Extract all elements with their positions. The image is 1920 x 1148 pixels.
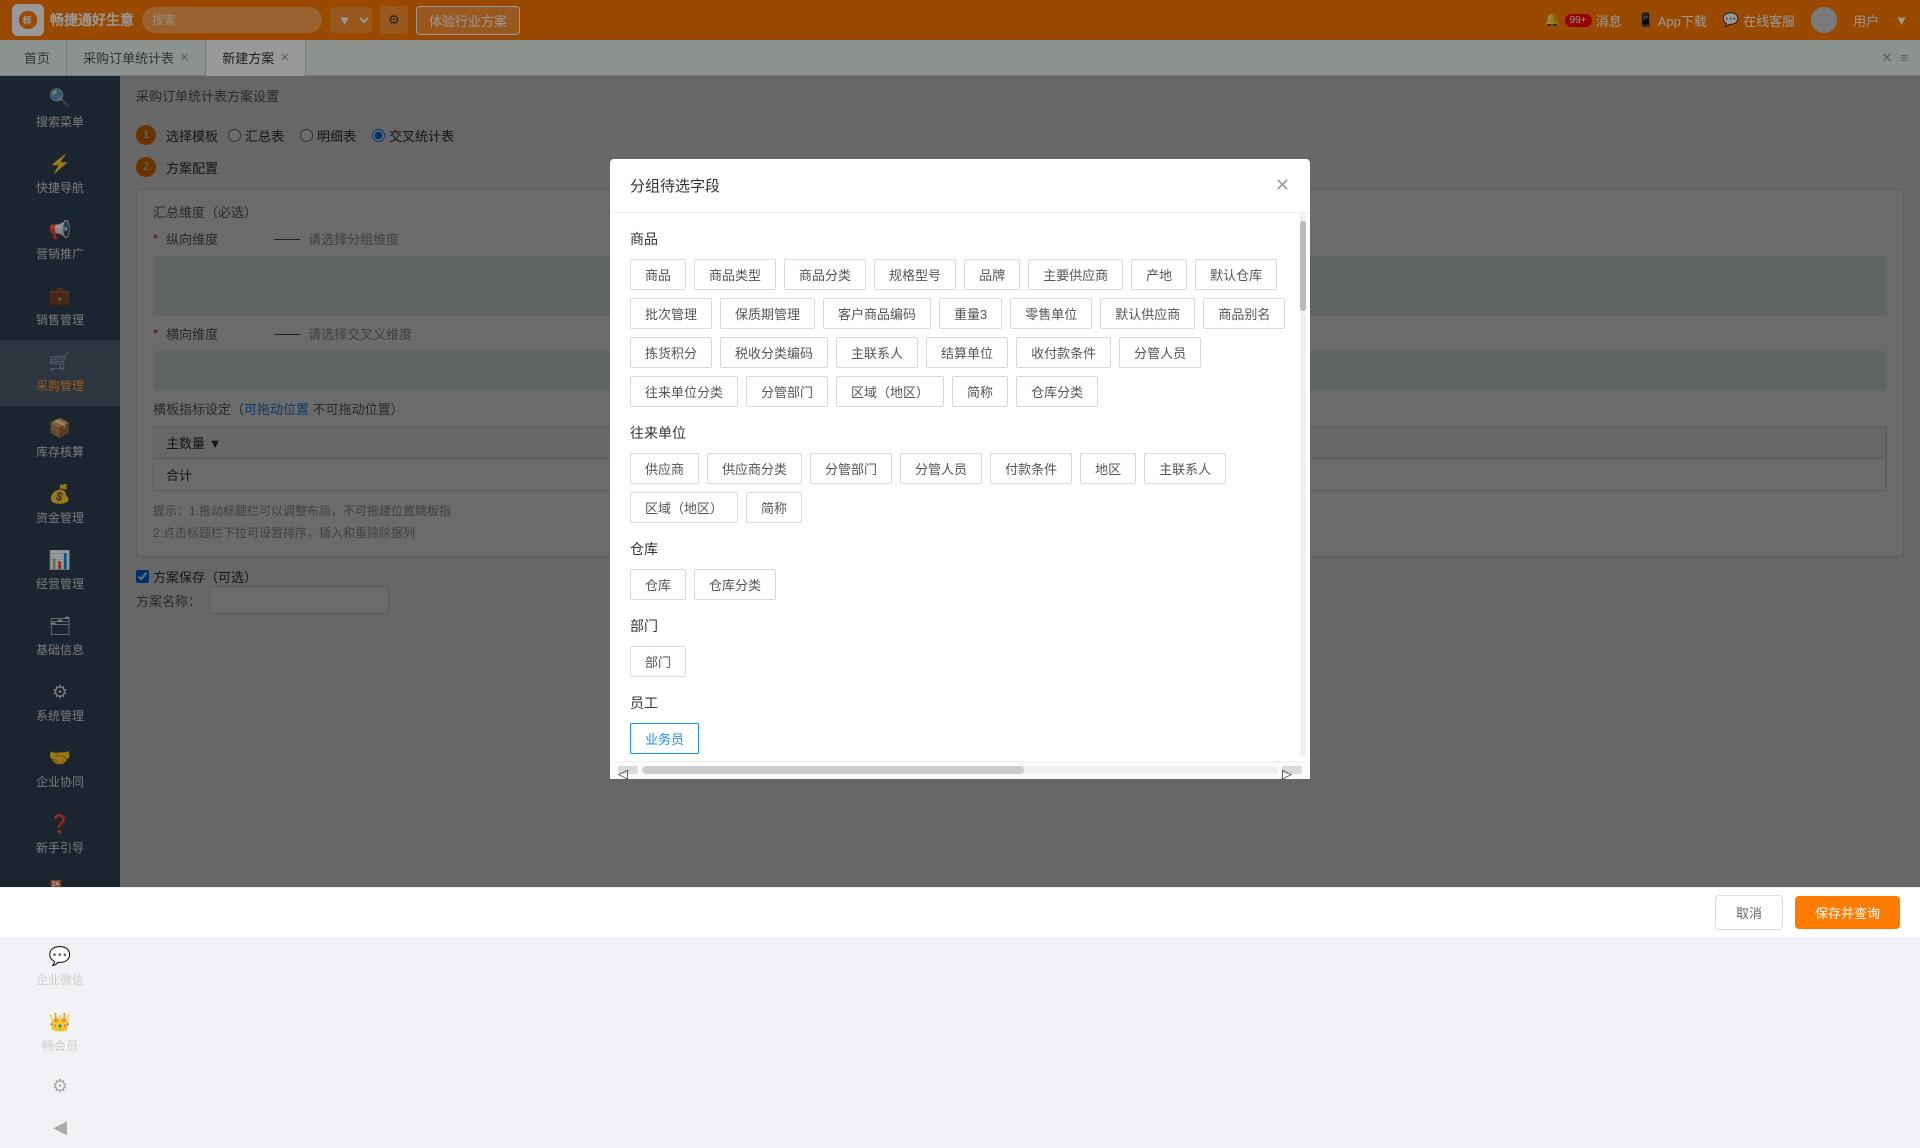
- modal-scrollbar-track: [1300, 211, 1306, 757]
- sidebar-item-vip-label: 畅会员: [42, 1037, 78, 1054]
- field-tag-main-supplier[interactable]: 主要供应商: [1028, 259, 1123, 290]
- field-tag-abbr2[interactable]: 简称: [746, 492, 802, 523]
- field-tag-customer-code[interactable]: 客户商品编码: [823, 298, 931, 329]
- field-tag-abbr[interactable]: 简称: [952, 376, 1008, 407]
- vip-icon: 👑: [49, 1012, 71, 1033]
- field-tag-brand[interactable]: 品牌: [964, 259, 1020, 290]
- sidebar-settings-btn[interactable]: ⚙: [0, 1066, 120, 1107]
- h-scroll-right-btn[interactable]: ▷: [1282, 766, 1302, 774]
- modal-body[interactable]: 商品 商品 商品类型 商品分类 规格型号 品牌 主要供应商 产地 默认仓库 批次…: [610, 213, 1310, 762]
- field-tag-main-contact2[interactable]: 主联系人: [1144, 453, 1226, 484]
- collapse-icon: ◀: [53, 1117, 67, 1138]
- field-tag-area[interactable]: 地区: [1080, 453, 1136, 484]
- field-tag-warehouse-category[interactable]: 仓库分类: [694, 569, 776, 600]
- sidebar-item-wechat-label: 企业微信: [36, 971, 84, 988]
- section-employee-tags: 业务员: [630, 723, 1290, 754]
- field-tag-department[interactable]: 部门: [630, 646, 686, 677]
- field-tag-region[interactable]: 区域（地区）: [836, 376, 944, 407]
- field-tag-goods-category[interactable]: 商品分类: [784, 259, 866, 290]
- section-goods: 商品 商品 商品类型 商品分类 规格型号 品牌 主要供应商 产地 默认仓库 批次…: [630, 229, 1290, 407]
- wechat-icon: 💬: [49, 946, 71, 967]
- section-department-tags: 部门: [630, 646, 1290, 677]
- section-goods-tags: 商品 商品类型 商品分类 规格型号 品牌 主要供应商 产地 默认仓库 批次管理 …: [630, 259, 1290, 407]
- field-tag-goods[interactable]: 商品: [630, 259, 686, 290]
- field-tag-retail-unit[interactable]: 零售单位: [1010, 298, 1092, 329]
- modal-title: 分组待选字段: [630, 175, 720, 196]
- save-btn[interactable]: 保存并查询: [1795, 896, 1900, 929]
- modal-overlay: 分组待选字段 ✕ 商品 商品 商品类型 商品分类 规格型号 品牌 主要供应商 产…: [0, 0, 1920, 937]
- field-tag-batch-mgmt[interactable]: 批次管理: [630, 298, 712, 329]
- field-tag-weight3[interactable]: 重量3: [939, 298, 1002, 329]
- section-employee-title: 员工: [630, 693, 1290, 713]
- field-tag-supplier-cat[interactable]: 供应商分类: [707, 453, 802, 484]
- field-tag-payment-cond[interactable]: 付款条件: [990, 453, 1072, 484]
- section-department: 部门 部门: [630, 616, 1290, 677]
- field-tag-settlement-unit[interactable]: 结算单位: [926, 337, 1008, 368]
- section-employee: 员工 业务员: [630, 693, 1290, 754]
- field-tag-payment-terms[interactable]: 收付款条件: [1016, 337, 1111, 368]
- section-warehouse-title: 仓库: [630, 539, 1290, 559]
- modal-scrollbar-thumb[interactable]: [1300, 221, 1306, 311]
- settings-bottom-icon: ⚙: [52, 1076, 68, 1097]
- section-counterpart-title: 往来单位: [630, 423, 1290, 443]
- h-scroll-left-btn[interactable]: ◁: [618, 766, 638, 774]
- sidebar-bottom: ⚙ ◀: [0, 1066, 120, 1148]
- sidebar-item-wechat[interactable]: 💬 企业微信: [0, 934, 120, 1000]
- field-tag-goods-type[interactable]: 商品类型: [694, 259, 776, 290]
- global-bottom-bar: 取消 保存并查询: [0, 887, 1920, 937]
- section-department-title: 部门: [630, 616, 1290, 636]
- modal-header: 分组待选字段 ✕: [610, 159, 1310, 213]
- field-tag-warehouse-cat[interactable]: 仓库分类: [1016, 376, 1098, 407]
- field-tag-quality-mgmt[interactable]: 保质期管理: [720, 298, 815, 329]
- field-tag-manage-person[interactable]: 分管人员: [900, 453, 982, 484]
- field-tag-supplier[interactable]: 供应商: [630, 453, 699, 484]
- section-counterpart-tags: 供应商 供应商分类 分管部门 分管人员 付款条件 地区 主联系人 区域（地区） …: [630, 453, 1290, 523]
- field-tag-manager[interactable]: 分管人员: [1119, 337, 1201, 368]
- field-tag-main-contact[interactable]: 主联系人: [836, 337, 918, 368]
- section-counterpart: 往来单位 供应商 供应商分类 分管部门 分管人员 付款条件 地区 主联系人 区域…: [630, 423, 1290, 523]
- modal-footer-scroll: ◁ ▷: [610, 761, 1310, 778]
- h-scroll-track: [642, 766, 1278, 774]
- field-tag-warehouse[interactable]: 仓库: [630, 569, 686, 600]
- field-tag-pick-points[interactable]: 拣货积分: [630, 337, 712, 368]
- modal-close-btn[interactable]: ✕: [1275, 175, 1290, 196]
- sidebar-item-vip[interactable]: 👑 畅会员: [0, 1000, 120, 1066]
- section-warehouse-tags: 仓库 仓库分类: [630, 569, 1290, 600]
- field-tag-spec-type[interactable]: 规格型号: [874, 259, 956, 290]
- sidebar-collapse-btn[interactable]: ◀: [0, 1107, 120, 1148]
- field-tag-goods-alias[interactable]: 商品别名: [1203, 298, 1285, 329]
- field-tag-counterpart-category[interactable]: 往来单位分类: [630, 376, 738, 407]
- field-tag-salesperson[interactable]: 业务员: [630, 723, 699, 754]
- section-goods-title: 商品: [630, 229, 1290, 249]
- modal: 分组待选字段 ✕ 商品 商品 商品类型 商品分类 规格型号 品牌 主要供应商 产…: [610, 159, 1310, 779]
- field-tag-default-warehouse[interactable]: 默认仓库: [1195, 259, 1277, 290]
- cancel-btn[interactable]: 取消: [1715, 895, 1783, 930]
- section-warehouse: 仓库 仓库 仓库分类: [630, 539, 1290, 600]
- h-scroll-thumb[interactable]: [642, 766, 1024, 774]
- field-tag-dept[interactable]: 分管部门: [746, 376, 828, 407]
- field-tag-region2[interactable]: 区域（地区）: [630, 492, 738, 523]
- field-tag-default-supplier[interactable]: 默认供应商: [1100, 298, 1195, 329]
- field-tag-manage-dept[interactable]: 分管部门: [810, 453, 892, 484]
- field-tag-tax-code[interactable]: 税收分类编码: [720, 337, 828, 368]
- field-tag-origin[interactable]: 产地: [1131, 259, 1187, 290]
